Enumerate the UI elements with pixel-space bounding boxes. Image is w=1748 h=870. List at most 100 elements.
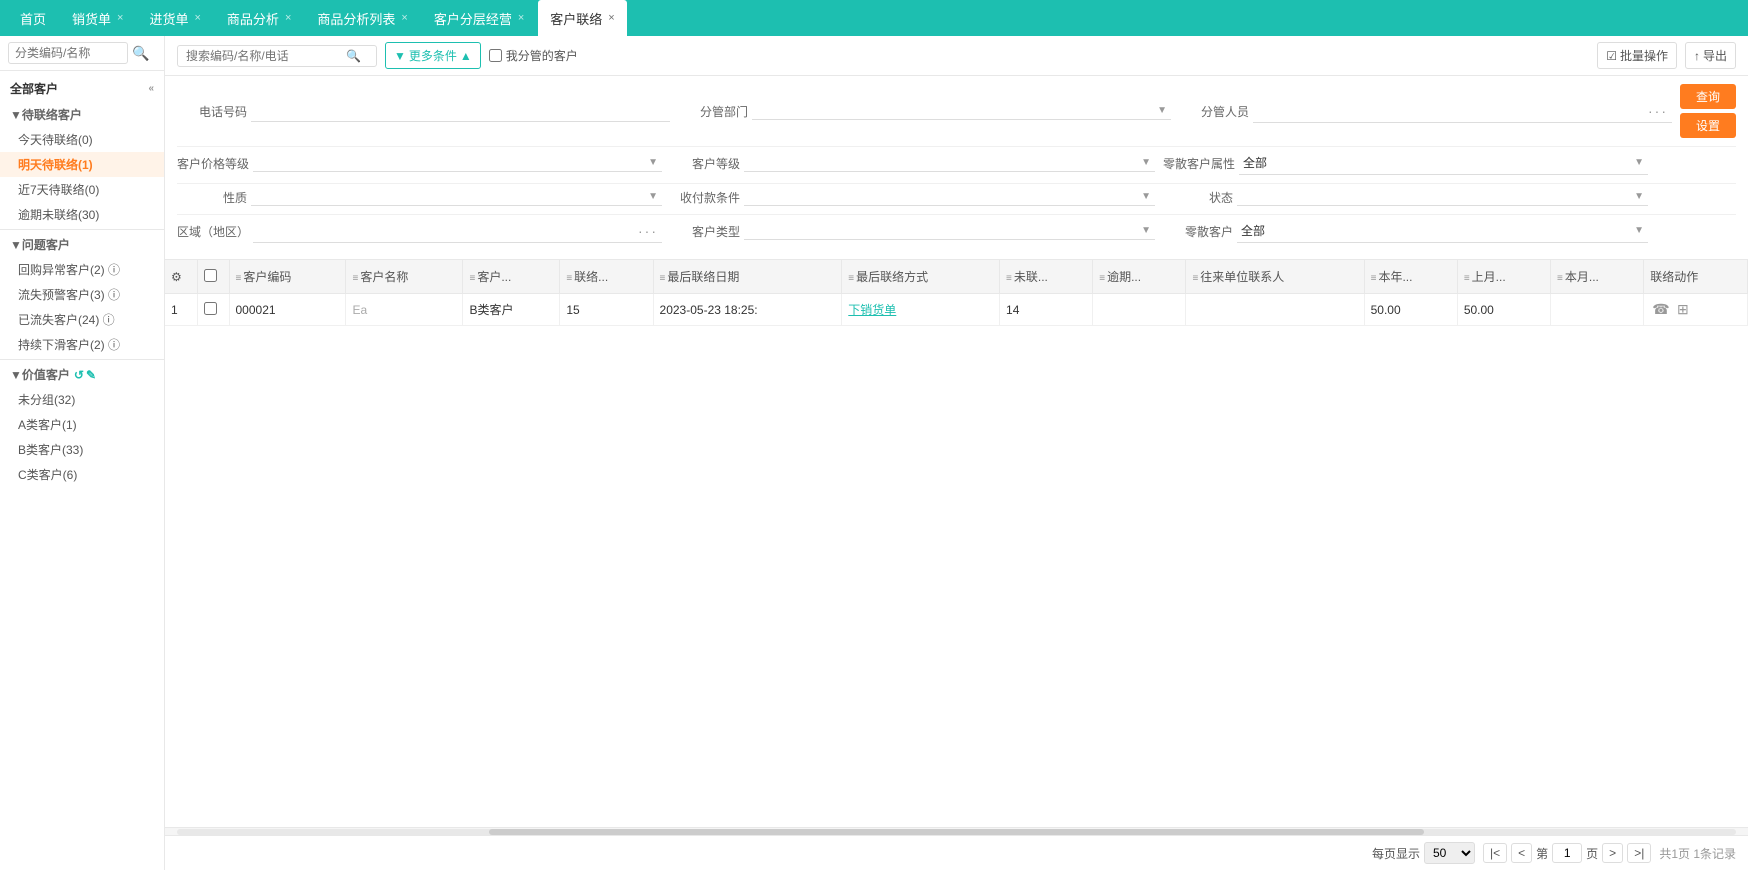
- sidebar-item-abnormal-repurchase[interactable]: 回购异常客户(2) ⓘ: [0, 257, 164, 282]
- filter-search-icon[interactable]: 🔍: [346, 49, 361, 63]
- col-customer-name[interactable]: ≡客户名称: [346, 260, 463, 294]
- sidebar-item-7day-pending[interactable]: 近7天待联络(0): [0, 177, 164, 202]
- close-icon[interactable]: ×: [518, 12, 524, 24]
- checkbox-header[interactable]: [197, 260, 229, 294]
- prev-page-button[interactable]: <: [1511, 843, 1532, 863]
- nav-product-analysis-list[interactable]: 商品分析列表 ×: [305, 0, 419, 36]
- horizontal-scrollbar[interactable]: [165, 827, 1748, 835]
- close-icon[interactable]: ×: [285, 12, 291, 24]
- sidebar: 🔍 全部客户 « ▼ 待联络客户 今天待联络(0) 明天待联络(1) 近7天待联…: [0, 36, 165, 870]
- sidebar-item-declining[interactable]: 持续下滑客户(2) ⓘ: [0, 332, 164, 357]
- col-customer-code[interactable]: ≡客户编码: [229, 260, 346, 294]
- close-icon[interactable]: ×: [401, 12, 407, 24]
- filter-price-level: 客户价格等级 ▼: [177, 154, 662, 172]
- nav-product-analysis[interactable]: 商品分析 ×: [215, 0, 303, 36]
- payment-terms-select[interactable]: ▼: [744, 188, 1155, 206]
- content-area: 🔍 ▼ 更多条件 ▲ 我分管的客户 ☑ 批量操作 ↑ 导出: [165, 36, 1748, 870]
- row-contact-count: 15: [560, 294, 653, 326]
- sidebar-item-class-b[interactable]: B类客户(33): [0, 437, 164, 462]
- first-page-button[interactable]: |<: [1483, 843, 1507, 863]
- sidebar-item-churned[interactable]: 已流失客户(24) ⓘ: [0, 307, 164, 332]
- export-icon: ↑: [1694, 49, 1700, 63]
- sidebar-item-overdue[interactable]: 逾期未联络(30): [0, 202, 164, 227]
- customer-level-select[interactable]: ▼: [744, 154, 1155, 172]
- filter-search-box[interactable]: 🔍: [177, 45, 377, 67]
- col-this-year[interactable]: ≡本年...: [1364, 260, 1457, 294]
- row-no-contact-days: 14: [1000, 294, 1093, 326]
- row-type: B类客户: [463, 294, 560, 326]
- row-last-month: 50.00: [1457, 294, 1550, 326]
- settings-button[interactable]: 设置: [1680, 113, 1736, 138]
- person-select[interactable]: ···: [1253, 100, 1672, 123]
- col-contact-person[interactable]: ≡往来单位联系人: [1186, 260, 1364, 294]
- filter-search-input[interactable]: [186, 49, 346, 63]
- sidebar-item-today-pending[interactable]: 今天待联络(0): [0, 127, 164, 152]
- filter-customer-level: 客户等级 ▼: [670, 154, 1155, 172]
- nav-customer-contact[interactable]: 客户联络 ×: [538, 0, 626, 36]
- col-no-contact-days[interactable]: ≡未联...: [1000, 260, 1093, 294]
- filter-retail-customer: 零散客户 全部 ▼: [1163, 219, 1648, 243]
- sidebar-search-input[interactable]: [8, 42, 128, 64]
- retail-attr-select[interactable]: 全部 ▼: [1239, 151, 1648, 175]
- nav-customer-segment[interactable]: 客户分层经营 ×: [422, 0, 536, 36]
- chevron-down-icon: ▼: [1634, 191, 1644, 202]
- close-icon[interactable]: ×: [194, 12, 200, 24]
- sidebar-item-churn-warning[interactable]: 流失预警客户(3) ⓘ: [0, 282, 164, 307]
- sidebar-item-class-c[interactable]: C类客户(6): [0, 462, 164, 487]
- sidebar-all-customers[interactable]: 全部客户 «: [0, 75, 164, 102]
- col-contact-count[interactable]: ≡联络...: [560, 260, 653, 294]
- row-name: Ea: [346, 294, 463, 326]
- status-select[interactable]: ▼: [1237, 188, 1648, 206]
- query-button[interactable]: 查询: [1680, 84, 1736, 109]
- col-this-month[interactable]: ≡本月...: [1551, 260, 1644, 294]
- more-action-icon[interactable]: ⊞: [1677, 301, 1689, 317]
- collapse-icon: «: [148, 83, 154, 94]
- next-page-button[interactable]: >: [1602, 843, 1623, 863]
- sidebar-category-pending[interactable]: ▼ 待联络客户: [0, 102, 164, 127]
- filter-retail-attr: 零散客户属性 全部 ▼: [1163, 151, 1648, 175]
- sidebar-item-tomorrow-pending[interactable]: 明天待联络(1): [0, 152, 164, 177]
- dept-select[interactable]: ▼: [752, 102, 1171, 120]
- close-icon[interactable]: ×: [608, 12, 614, 24]
- col-customer-type[interactable]: ≡客户...: [463, 260, 560, 294]
- sidebar-search-icon[interactable]: 🔍: [132, 45, 149, 62]
- nature-select[interactable]: ▼: [251, 188, 662, 206]
- my-customers-filter[interactable]: 我分管的客户: [489, 47, 578, 64]
- row-last-contact-method[interactable]: 下销货单: [842, 294, 1000, 326]
- my-customers-checkbox[interactable]: [489, 49, 502, 62]
- per-page-selector: 每页显示 50 100 200: [1372, 842, 1475, 864]
- nav-home[interactable]: 首页: [8, 0, 58, 36]
- sidebar-category-value[interactable]: ▼ 价值客户 ↺ ✎: [0, 362, 164, 387]
- close-icon[interactable]: ×: [117, 12, 123, 24]
- per-page-select[interactable]: 50 100 200: [1424, 842, 1475, 864]
- col-last-contact-date[interactable]: ≡最后联络日期: [653, 260, 842, 294]
- edit-icon[interactable]: ✎: [86, 368, 96, 382]
- retail-customer-select[interactable]: 全部 ▼: [1237, 219, 1648, 243]
- page-input[interactable]: [1552, 843, 1582, 863]
- nav-sales-order[interactable]: 销货单 ×: [60, 0, 135, 36]
- col-overdue[interactable]: ≡逾期...: [1093, 260, 1186, 294]
- phone-input[interactable]: [251, 101, 670, 122]
- nav-purchase-order[interactable]: 进货单 ×: [137, 0, 212, 36]
- select-all-checkbox[interactable]: [204, 269, 217, 282]
- price-level-select[interactable]: ▼: [253, 154, 662, 172]
- row-select-checkbox[interactable]: [204, 302, 217, 315]
- customer-type-select[interactable]: ▼: [744, 222, 1155, 240]
- sidebar-item-ungrouped[interactable]: 未分组(32): [0, 387, 164, 412]
- batch-operation-button[interactable]: ☑ 批量操作: [1597, 42, 1677, 69]
- filter-region: 区域（地区） ···: [177, 220, 662, 243]
- export-button[interactable]: ↑ 导出: [1685, 42, 1736, 69]
- sidebar-search-area: 🔍: [0, 36, 164, 71]
- col-last-month[interactable]: ≡上月...: [1457, 260, 1550, 294]
- region-select[interactable]: ···: [253, 220, 662, 243]
- last-page-button[interactable]: >|: [1627, 843, 1651, 863]
- table-row: 1 000021 Ea B类客户 15 2023-05-23 18:25: 下销…: [165, 294, 1748, 326]
- sidebar-category-problem[interactable]: ▼ 问题客户: [0, 232, 164, 257]
- col-last-contact-method[interactable]: ≡最后联络方式: [842, 260, 1000, 294]
- sidebar-item-class-a[interactable]: A类客户(1): [0, 412, 164, 437]
- more-conditions-button[interactable]: ▼ 更多条件 ▲: [385, 42, 481, 69]
- row-checkbox[interactable]: [197, 294, 229, 326]
- settings-header[interactable]: ⚙: [165, 260, 197, 294]
- refresh-icon[interactable]: ↺: [74, 368, 84, 382]
- contact-icon[interactable]: ☎: [1652, 301, 1669, 317]
